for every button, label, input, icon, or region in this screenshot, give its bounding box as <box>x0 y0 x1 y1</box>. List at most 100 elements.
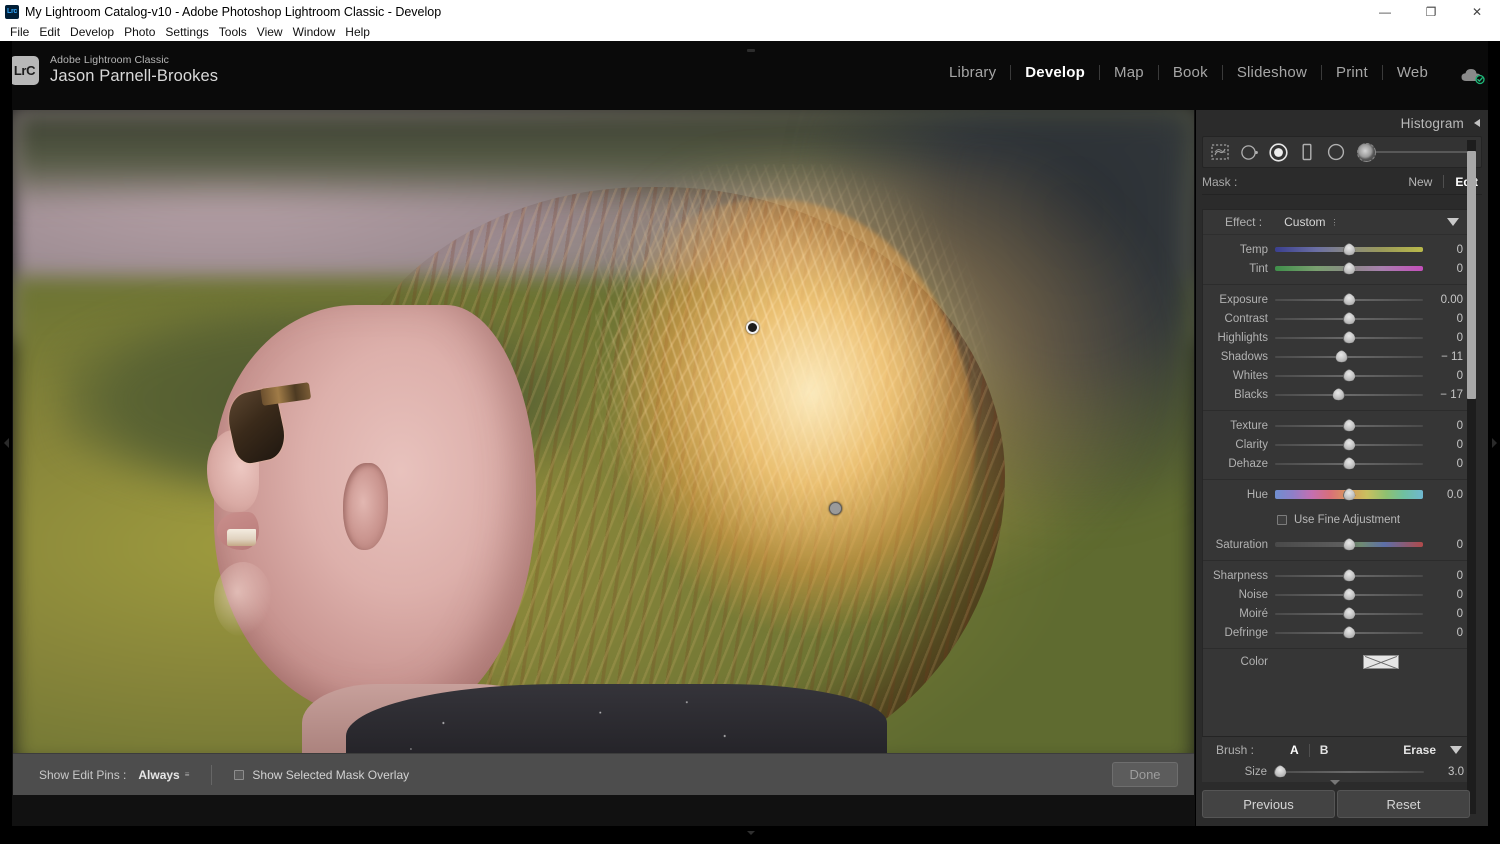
slider-noise[interactable]: Noise 0 <box>1203 585 1469 604</box>
close-button[interactable]: ✕ <box>1454 0 1500 23</box>
left-panel-collapse-arrow[interactable] <box>0 41 12 844</box>
effect-value[interactable]: Custom <box>1284 215 1325 229</box>
module-library[interactable]: Library <box>935 64 1010 81</box>
cloud-check-icon[interactable] <box>1460 67 1486 85</box>
slider-knob[interactable] <box>1342 368 1356 382</box>
slider-track-wrap[interactable] <box>1275 387 1423 403</box>
slider-knob[interactable] <box>1342 242 1356 256</box>
radial-gradient-icon[interactable] <box>1239 142 1259 162</box>
reset-button[interactable]: Reset <box>1337 790 1470 818</box>
slider-track-wrap[interactable] <box>1275 568 1423 584</box>
slider-knob[interactable] <box>1342 606 1356 620</box>
done-button[interactable]: Done <box>1112 762 1178 787</box>
slider-track-wrap[interactable] <box>1275 292 1423 308</box>
brush-feather-slider[interactable] <box>1357 142 1474 162</box>
minimize-button[interactable]: — <box>1362 0 1408 23</box>
circle-mask-icon[interactable] <box>1326 142 1346 162</box>
slider-whites[interactable]: Whites 0 <box>1203 366 1469 385</box>
slider-knob[interactable] <box>1342 625 1356 639</box>
slider-temp[interactable]: Temp 0 <box>1203 240 1469 259</box>
slider-track-wrap[interactable] <box>1275 587 1423 603</box>
slider-track-wrap[interactable] <box>1275 242 1423 258</box>
show-edit-pins-dropdown-icon[interactable]: ≡ <box>185 770 190 779</box>
select-subject-icon[interactable] <box>1210 142 1230 162</box>
menu-item-settings[interactable]: Settings <box>160 25 213 39</box>
slider-track-wrap[interactable] <box>1275 456 1423 472</box>
slider-tint[interactable]: Tint 0 <box>1203 259 1469 278</box>
use-fine-adjustment-row[interactable]: Use Fine Adjustment <box>1203 510 1469 530</box>
show-mask-overlay-checkbox[interactable] <box>234 769 245 780</box>
use-fine-adjustment-checkbox[interactable] <box>1277 515 1287 525</box>
effect-dropdown-icon[interactable]: ⋮ <box>1330 218 1338 227</box>
slider-knob[interactable] <box>1332 387 1346 401</box>
panel-scrollbar-thumb[interactable] <box>1467 151 1476 399</box>
slider-track-wrap[interactable] <box>1275 311 1423 327</box>
menu-item-develop[interactable]: Develop <box>65 25 119 39</box>
menu-item-view[interactable]: View <box>252 25 288 39</box>
filmstrip-collapse-arrow[interactable] <box>744 830 758 837</box>
slider-blacks[interactable]: Blacks − 17 <box>1203 385 1469 404</box>
slider-track-wrap[interactable] <box>1275 418 1423 434</box>
slider-shadows[interactable]: Shadows − 11 <box>1203 347 1469 366</box>
slider-track-wrap[interactable] <box>1275 261 1423 277</box>
slider-dehaze[interactable]: Dehaze 0 <box>1203 454 1469 473</box>
slider-knob[interactable] <box>1335 349 1349 363</box>
slider-sharpness[interactable]: Sharpness 0 <box>1203 566 1469 585</box>
menu-item-edit[interactable]: Edit <box>34 25 65 39</box>
menu-item-photo[interactable]: Photo <box>119 25 160 39</box>
module-map[interactable]: Map <box>1100 64 1158 81</box>
identity-plate[interactable]: LrC Adobe Lightroom Classic Jason Parnel… <box>10 54 218 85</box>
module-print[interactable]: Print <box>1322 64 1382 81</box>
slider-knob[interactable] <box>1342 568 1356 582</box>
module-web[interactable]: Web <box>1383 64 1442 81</box>
slider-track-wrap[interactable] <box>1275 349 1423 365</box>
slider-knob[interactable] <box>1342 418 1356 432</box>
brush-erase-button[interactable]: Erase <box>1403 743 1436 757</box>
module-book[interactable]: Book <box>1159 64 1222 81</box>
right-panel-collapse-arrow[interactable] <box>1488 41 1500 844</box>
menu-item-file[interactable]: File <box>5 25 34 39</box>
slider-contrast[interactable]: Contrast 0 <box>1203 309 1469 328</box>
slider-track-wrap[interactable] <box>1275 537 1423 553</box>
slider-knob[interactable] <box>1342 261 1356 275</box>
slider-knob[interactable] <box>1342 537 1356 551</box>
slider-track-wrap[interactable] <box>1275 606 1423 622</box>
mask-pin-selected[interactable] <box>829 502 842 515</box>
effect-expand-icon[interactable] <box>1447 218 1459 226</box>
slider-track-wrap[interactable] <box>1275 368 1423 384</box>
slider-defringe[interactable]: Defringe 0 <box>1203 623 1469 642</box>
brush-icon[interactable] <box>1268 142 1288 162</box>
color-swatch[interactable] <box>1363 654 1399 669</box>
menu-item-tools[interactable]: Tools <box>214 25 252 39</box>
slider-knob[interactable] <box>1342 292 1356 306</box>
histogram-collapse-icon[interactable] <box>1474 119 1480 127</box>
slider-texture[interactable]: Texture 0 <box>1203 416 1469 435</box>
slider-knob[interactable] <box>1342 311 1356 325</box>
brush-feather-knob[interactable] <box>1357 142 1376 162</box>
linear-gradient-icon[interactable] <box>1297 142 1317 162</box>
module-slideshow[interactable]: Slideshow <box>1223 64 1321 81</box>
slider-knob[interactable] <box>1342 330 1356 344</box>
previous-button[interactable]: Previous <box>1202 790 1335 818</box>
menu-item-help[interactable]: Help <box>340 25 375 39</box>
top-panel-collapse-handle[interactable] <box>744 47 758 53</box>
slider-track-wrap[interactable] <box>1275 330 1423 346</box>
slider-knob[interactable] <box>1273 764 1287 778</box>
slider-track-wrap[interactable] <box>1273 764 1424 780</box>
maximize-button[interactable]: ❐ <box>1408 0 1454 23</box>
menu-item-window[interactable]: Window <box>288 25 341 39</box>
slider-knob[interactable] <box>1342 437 1356 451</box>
brush-b-button[interactable]: B <box>1320 743 1329 757</box>
slider-exposure[interactable]: Exposure 0.00 <box>1203 290 1469 309</box>
image-preview[interactable] <box>13 110 1194 753</box>
slider-track-wrap[interactable] <box>1275 487 1423 503</box>
brush-expand-icon[interactable] <box>1450 746 1462 754</box>
slider-knob[interactable] <box>1342 456 1356 470</box>
slider-track-wrap[interactable] <box>1275 625 1423 641</box>
slider-highlights[interactable]: Highlights 0 <box>1203 328 1469 347</box>
histogram-header[interactable]: Histogram <box>1196 110 1488 136</box>
slider-moir[interactable]: Moiré 0 <box>1203 604 1469 623</box>
panel-bottom-caret-icon[interactable] <box>1330 780 1342 786</box>
slider-hue[interactable]: Hue 0.0 <box>1203 485 1469 504</box>
slider-knob[interactable] <box>1342 587 1356 601</box>
